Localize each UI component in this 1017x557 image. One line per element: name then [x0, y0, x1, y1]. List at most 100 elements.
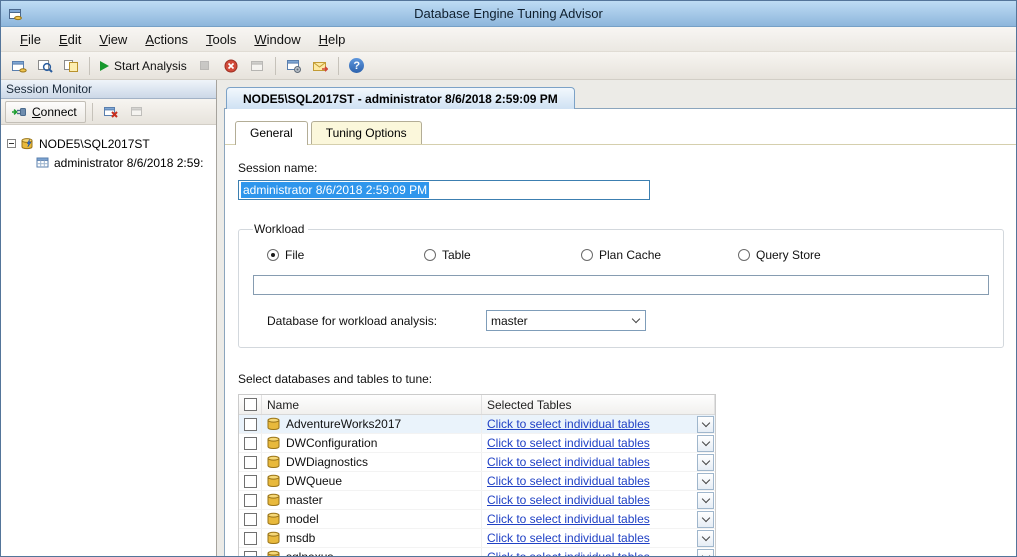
help-button[interactable] [345, 54, 369, 77]
delete-session-button[interactable] [125, 100, 149, 123]
workload-db-combo[interactable]: master [486, 310, 646, 331]
row-checkbox[interactable] [244, 551, 257, 557]
workload-file-input[interactable] [253, 275, 989, 295]
document-tab[interactable]: NODE5\SQL2017ST - administrator 8/6/2018… [226, 87, 575, 109]
tree-node-server[interactable]: NODE5\SQL2017ST [1, 134, 216, 153]
radio-icon [267, 249, 279, 261]
workload-file-radio[interactable]: File [267, 248, 424, 262]
select-tables-link[interactable]: Click to select individual tables [487, 474, 650, 488]
select-tables-link[interactable]: Click to select individual tables [487, 550, 650, 556]
row-checkbox[interactable] [244, 456, 257, 469]
row-selected-tables-cell: Click to select individual tables [482, 472, 715, 490]
export-results-button[interactable] [308, 54, 332, 77]
row-checkbox[interactable] [244, 437, 257, 450]
tree-node-session[interactable]: administrator 8/6/2018 2:59: [1, 153, 216, 172]
tables-dropdown-button[interactable] [697, 454, 714, 471]
server-icon [20, 136, 35, 151]
tables-dropdown-button[interactable] [697, 492, 714, 509]
table-row: master Click to select individual tables [239, 491, 715, 510]
dropdown-arrow-icon [701, 457, 709, 465]
menu-edit[interactable]: Edit [50, 29, 90, 50]
menu-tools[interactable]: Tools [197, 29, 245, 50]
database-icon [267, 550, 280, 556]
tab-general[interactable]: General [235, 121, 308, 145]
radio-icon [424, 249, 436, 261]
connect-icon [11, 104, 27, 120]
tables-dropdown-button[interactable] [697, 530, 714, 547]
row-checkbox[interactable] [244, 532, 257, 545]
open-file-button[interactable] [33, 54, 57, 77]
databases-table: Name Selected Tables AdventureWorks2017 … [238, 394, 716, 556]
properties-button[interactable] [282, 54, 306, 77]
help-icon [349, 58, 364, 73]
radio-label: Plan Cache [599, 248, 661, 262]
collapse-icon[interactable] [7, 139, 16, 148]
connect-button[interactable]: Connect [5, 101, 86, 123]
new-session-button[interactable] [7, 54, 31, 77]
menu-window[interactable]: Window [245, 29, 309, 50]
start-analysis-button[interactable]: Start Analysis [96, 54, 191, 77]
database-icon [267, 512, 280, 526]
select-tables-link[interactable]: Click to select individual tables [487, 436, 650, 450]
radio-label: Query Store [756, 248, 821, 262]
row-name-cell: DWDiagnostics [262, 453, 482, 471]
server-node-label: NODE5\SQL2017ST [39, 137, 150, 151]
document-area: NODE5\SQL2017ST - administrator 8/6/2018… [217, 80, 1016, 556]
workload-query-store-radio[interactable]: Query Store [738, 248, 895, 262]
tables-dropdown-button[interactable] [697, 549, 714, 557]
row-checkbox-cell [239, 472, 262, 490]
header-checkbox-cell [239, 395, 262, 414]
row-checkbox[interactable] [244, 494, 257, 507]
select-tables-link[interactable]: Click to select individual tables [487, 455, 650, 469]
session-name-input[interactable]: administrator 8/6/2018 2:59:09 PM [238, 180, 650, 200]
menu-file[interactable]: File [11, 29, 50, 50]
db-name: AdventureWorks2017 [286, 417, 401, 431]
title-bar[interactable]: Database Engine Tuning Advisor [1, 1, 1016, 27]
start-analysis-label: Start Analysis [114, 59, 187, 73]
row-checkbox[interactable] [244, 475, 257, 488]
stop-analysis-button[interactable] [219, 54, 243, 77]
workload-plan-cache-radio[interactable]: Plan Cache [581, 248, 738, 262]
tables-dropdown-button[interactable] [697, 416, 714, 433]
menu-view[interactable]: View [90, 29, 136, 50]
workload-table-radio[interactable]: Table [424, 248, 581, 262]
row-selected-tables-cell: Click to select individual tables [482, 415, 715, 433]
connect-label: Connect [32, 105, 77, 119]
column-header-name[interactable]: Name [262, 395, 482, 414]
apply-recommendations-button[interactable] [245, 54, 269, 77]
row-checkbox-cell [239, 415, 262, 433]
radio-icon [738, 249, 750, 261]
select-tables-link[interactable]: Click to select individual tables [487, 417, 650, 431]
select-tables-link[interactable]: Click to select individual tables [487, 493, 650, 507]
dropdown-arrow-icon [701, 514, 709, 522]
table-row: sqlnexus Click to select individual tabl… [239, 548, 715, 556]
radio-label: Table [442, 248, 471, 262]
import-workload-button[interactable] [59, 54, 83, 77]
select-tables-link[interactable]: Click to select individual tables [487, 512, 650, 526]
tab-tuning-options[interactable]: Tuning Options [311, 121, 422, 144]
select-tables-link[interactable]: Click to select individual tables [487, 531, 650, 545]
row-checkbox-cell [239, 434, 262, 452]
pause-analysis-button[interactable] [193, 54, 217, 77]
column-header-selected-tables[interactable]: Selected Tables [482, 395, 715, 414]
tables-dropdown-button[interactable] [697, 511, 714, 528]
tables-dropdown-button[interactable] [697, 435, 714, 452]
tables-dropdown-button[interactable] [697, 473, 714, 490]
menu-actions[interactable]: Actions [136, 29, 197, 50]
select-all-checkbox[interactable] [244, 398, 257, 411]
menu-help[interactable]: Help [310, 29, 355, 50]
dropdown-arrow-icon [701, 476, 709, 484]
dropdown-arrow-icon [701, 533, 709, 541]
stop-session-button[interactable] [99, 100, 123, 123]
general-page: Session name: administrator 8/6/2018 2:5… [225, 145, 1016, 556]
row-checkbox[interactable] [244, 418, 257, 431]
toolbar-separator [338, 57, 339, 75]
table-row: DWConfiguration Click to select individu… [239, 434, 715, 453]
table-row: DWDiagnostics Click to select individual… [239, 453, 715, 472]
stop-session-icon [103, 104, 119, 120]
toolbar-separator [92, 103, 93, 121]
row-checkbox[interactable] [244, 513, 257, 526]
db-name: DWConfiguration [286, 436, 377, 450]
table-row: DWQueue Click to select individual table… [239, 472, 715, 491]
row-checkbox-cell [239, 510, 262, 528]
